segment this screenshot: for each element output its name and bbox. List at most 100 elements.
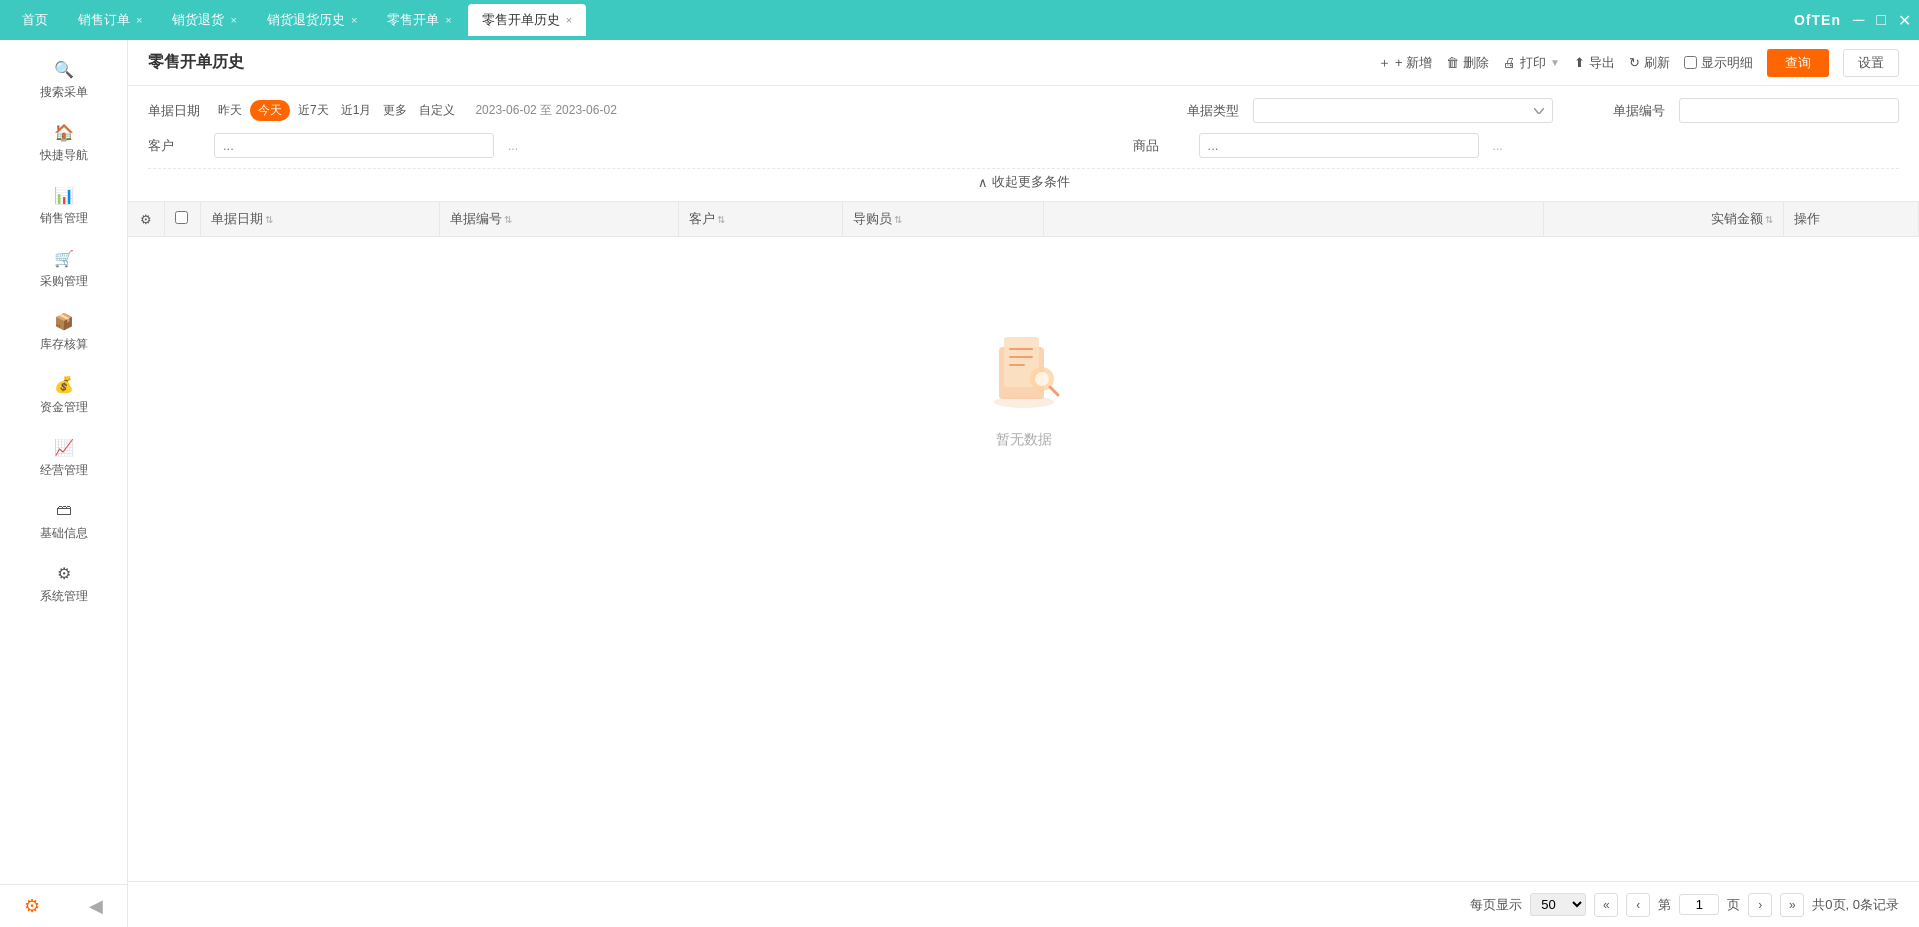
show-detail-input[interactable] xyxy=(1684,56,1697,69)
sidebar-label-inventory: 库存核算 xyxy=(40,336,88,353)
empty-state: 暂无数据 xyxy=(128,237,1919,489)
show-detail-checkbox[interactable]: 显示明细 xyxy=(1684,54,1753,72)
sidebar-item-operations[interactable]: 📈 经营管理 xyxy=(0,426,127,489)
refresh-button[interactable]: ↻ 刷新 xyxy=(1629,54,1670,72)
sidebar-icon-purchase: 🛒 xyxy=(53,247,75,269)
date-option-自定义[interactable]: 自定义 xyxy=(415,100,459,121)
doc-type-label: 单据类型 xyxy=(1187,102,1243,120)
tab-sales-order[interactable]: 销售订单 × xyxy=(64,4,156,36)
goods-dots: ... xyxy=(1493,139,1503,153)
delete-button[interactable]: 🗑 删除 xyxy=(1446,54,1489,72)
empty-illustration xyxy=(974,317,1074,417)
page-input[interactable] xyxy=(1679,894,1719,915)
tab-close-retail-open[interactable]: × xyxy=(445,14,451,26)
first-page-btn[interactable]: « xyxy=(1594,893,1618,917)
sidebar-item-basic[interactable]: 🗃 基础信息 xyxy=(0,489,127,552)
export-button[interactable]: ⬆ 导出 xyxy=(1574,54,1615,72)
select-all-checkbox[interactable] xyxy=(175,211,188,224)
sidebar-label-quick-nav: 快捷导航 xyxy=(40,147,88,164)
minimize-btn[interactable]: ─ xyxy=(1853,11,1864,29)
svg-line-8 xyxy=(1050,387,1058,395)
page-title: 零售开单历史 xyxy=(148,52,244,73)
sidebar-item-system[interactable]: ⚙ 系统管理 xyxy=(0,552,127,615)
print-dropdown-icon: ▼ xyxy=(1550,57,1560,68)
th-checkbox xyxy=(164,202,200,237)
settings-icon[interactable]: ⚙ xyxy=(24,895,40,917)
sidebar-label-system: 系统管理 xyxy=(40,588,88,605)
next-page-btn[interactable]: › xyxy=(1748,893,1772,917)
prev-page-btn[interactable]: ‹ xyxy=(1626,893,1650,917)
customer-input[interactable] xyxy=(214,133,494,158)
sort-icon-docno[interactable]: ⇅ xyxy=(504,214,512,225)
date-option-昨天[interactable]: 昨天 xyxy=(214,100,246,121)
tab-bar: 首页销售订单×销货退货×销货退货历史×零售开单×零售开单历史× xyxy=(8,4,1794,36)
sidebar-label-basic: 基础信息 xyxy=(40,525,88,542)
doc-type-select[interactable] xyxy=(1253,98,1553,123)
sidebar-bottom: ⚙ ◀ xyxy=(0,884,127,927)
tab-sales-return[interactable]: 销货退货× xyxy=(158,4,250,36)
tab-sales-return-history[interactable]: 销货退货历史× xyxy=(253,4,371,36)
sidebar-item-sales[interactable]: 📊 销售管理 xyxy=(0,174,127,237)
sidebar-item-inventory[interactable]: 📦 库存核算 xyxy=(0,300,127,363)
last-page-btn[interactable]: » xyxy=(1780,893,1804,917)
page-label-pre: 第 xyxy=(1658,896,1671,914)
sidebar-icon-search: 🔍 xyxy=(53,58,75,80)
th-settings[interactable]: ⚙ xyxy=(128,202,164,237)
filter-area: 单据日期 昨天今天近7天近1月更多自定义 2023-06-02 至 2023-0… xyxy=(128,86,1919,202)
tab-retail-open-history[interactable]: 零售开单历史 × xyxy=(468,4,586,36)
customer-dots: ... xyxy=(508,139,518,153)
sort-icon-date[interactable]: ⇅ xyxy=(265,214,273,225)
sidebar-item-search[interactable]: 🔍 搜索采单 xyxy=(0,48,127,111)
tab-close-sales-return-history[interactable]: × xyxy=(351,14,357,26)
tab-close-retail-open-history[interactable]: × xyxy=(566,14,572,26)
main-layout: 🔍 搜索采单 🏠 快捷导航 📊 销售管理 🛒 采购管理 📦 库存核算 💰 资金管… xyxy=(0,40,1919,927)
setting-button[interactable]: 设置 xyxy=(1843,49,1899,77)
tab-label-retail-open-history: 零售开单历史 xyxy=(482,11,560,29)
sidebar-item-quick-nav[interactable]: 🏠 快捷导航 xyxy=(0,111,127,174)
add-icon: ＋ xyxy=(1378,54,1391,72)
sidebar-icon-operations: 📈 xyxy=(53,436,75,458)
sidebar-item-finance[interactable]: 💰 资金管理 xyxy=(0,363,127,426)
maximize-btn[interactable]: □ xyxy=(1876,11,1886,29)
sidebar-icon-quick-nav: 🏠 xyxy=(53,121,75,143)
sidebar-label-sales: 销售管理 xyxy=(40,210,88,227)
per-page-select[interactable]: 50 10 20 100 xyxy=(1530,893,1586,916)
data-table: ⚙ 单据日期⇅ 单据编号⇅ 客户⇅ 导购员⇅ 实销金额⇅ 操作 xyxy=(128,202,1919,237)
query-button[interactable]: 查询 xyxy=(1767,49,1829,77)
th-doc-no: 单据编号⇅ xyxy=(439,202,678,237)
filter-more-btn[interactable]: ∧ 收起更多条件 xyxy=(148,168,1899,195)
sort-icon-customer[interactable]: ⇅ xyxy=(717,214,725,225)
goods-input[interactable] xyxy=(1199,133,1479,158)
print-icon: 🖨 xyxy=(1503,55,1516,70)
sort-icon-amount[interactable]: ⇅ xyxy=(1765,214,1773,225)
collapse-icon[interactable]: ◀ xyxy=(89,895,103,917)
tab-close-sales-return[interactable]: × xyxy=(230,14,236,26)
page-header: 零售开单历史 ＋ + 新增 🗑 删除 🖨 打印 ▼ ⬆ 导出 xyxy=(128,40,1919,86)
sidebar-icon-sales: 📊 xyxy=(53,184,75,206)
doc-no-input[interactable] xyxy=(1679,98,1899,123)
sidebar-icon-system: ⚙ xyxy=(53,562,75,584)
add-button[interactable]: ＋ + 新增 xyxy=(1378,54,1432,72)
tab-close-sales-order[interactable]: × xyxy=(136,14,142,26)
tab-home[interactable]: 首页 xyxy=(8,4,62,36)
close-btn[interactable]: ✕ xyxy=(1898,11,1911,30)
date-options: 昨天今天近7天近1月更多自定义 xyxy=(214,100,459,121)
doc-no-label: 单据编号 xyxy=(1613,102,1669,120)
pagination-bar: 每页显示 50 10 20 100 « ‹ 第 页 › » 共0页, 0条记录 xyxy=(128,881,1919,927)
content-area: 零售开单历史 ＋ + 新增 🗑 删除 🖨 打印 ▼ ⬆ 导出 xyxy=(128,40,1919,927)
filter-row-1: 单据日期 昨天今天近7天近1月更多自定义 2023-06-02 至 2023-0… xyxy=(148,98,1899,123)
tab-retail-open[interactable]: 零售开单× xyxy=(373,4,465,36)
date-option-近7天[interactable]: 近7天 xyxy=(294,100,333,121)
tab-label-sales-order: 销售订单 xyxy=(78,11,130,29)
empty-text: 暂无数据 xyxy=(996,431,1052,449)
date-option-今天[interactable]: 今天 xyxy=(250,100,290,121)
print-button[interactable]: 🖨 打印 ▼ xyxy=(1503,54,1560,72)
date-option-更多[interactable]: 更多 xyxy=(379,100,411,121)
sidebar-label-purchase: 采购管理 xyxy=(40,273,88,290)
sidebar-icon-finance: 💰 xyxy=(53,373,75,395)
date-option-近1月[interactable]: 近1月 xyxy=(337,100,376,121)
delete-icon: 🗑 xyxy=(1446,55,1459,70)
sidebar-item-purchase[interactable]: 🛒 采购管理 xyxy=(0,237,127,300)
sort-icon-guide[interactable]: ⇅ xyxy=(894,214,902,225)
brand-label: OfTEn xyxy=(1794,12,1841,28)
